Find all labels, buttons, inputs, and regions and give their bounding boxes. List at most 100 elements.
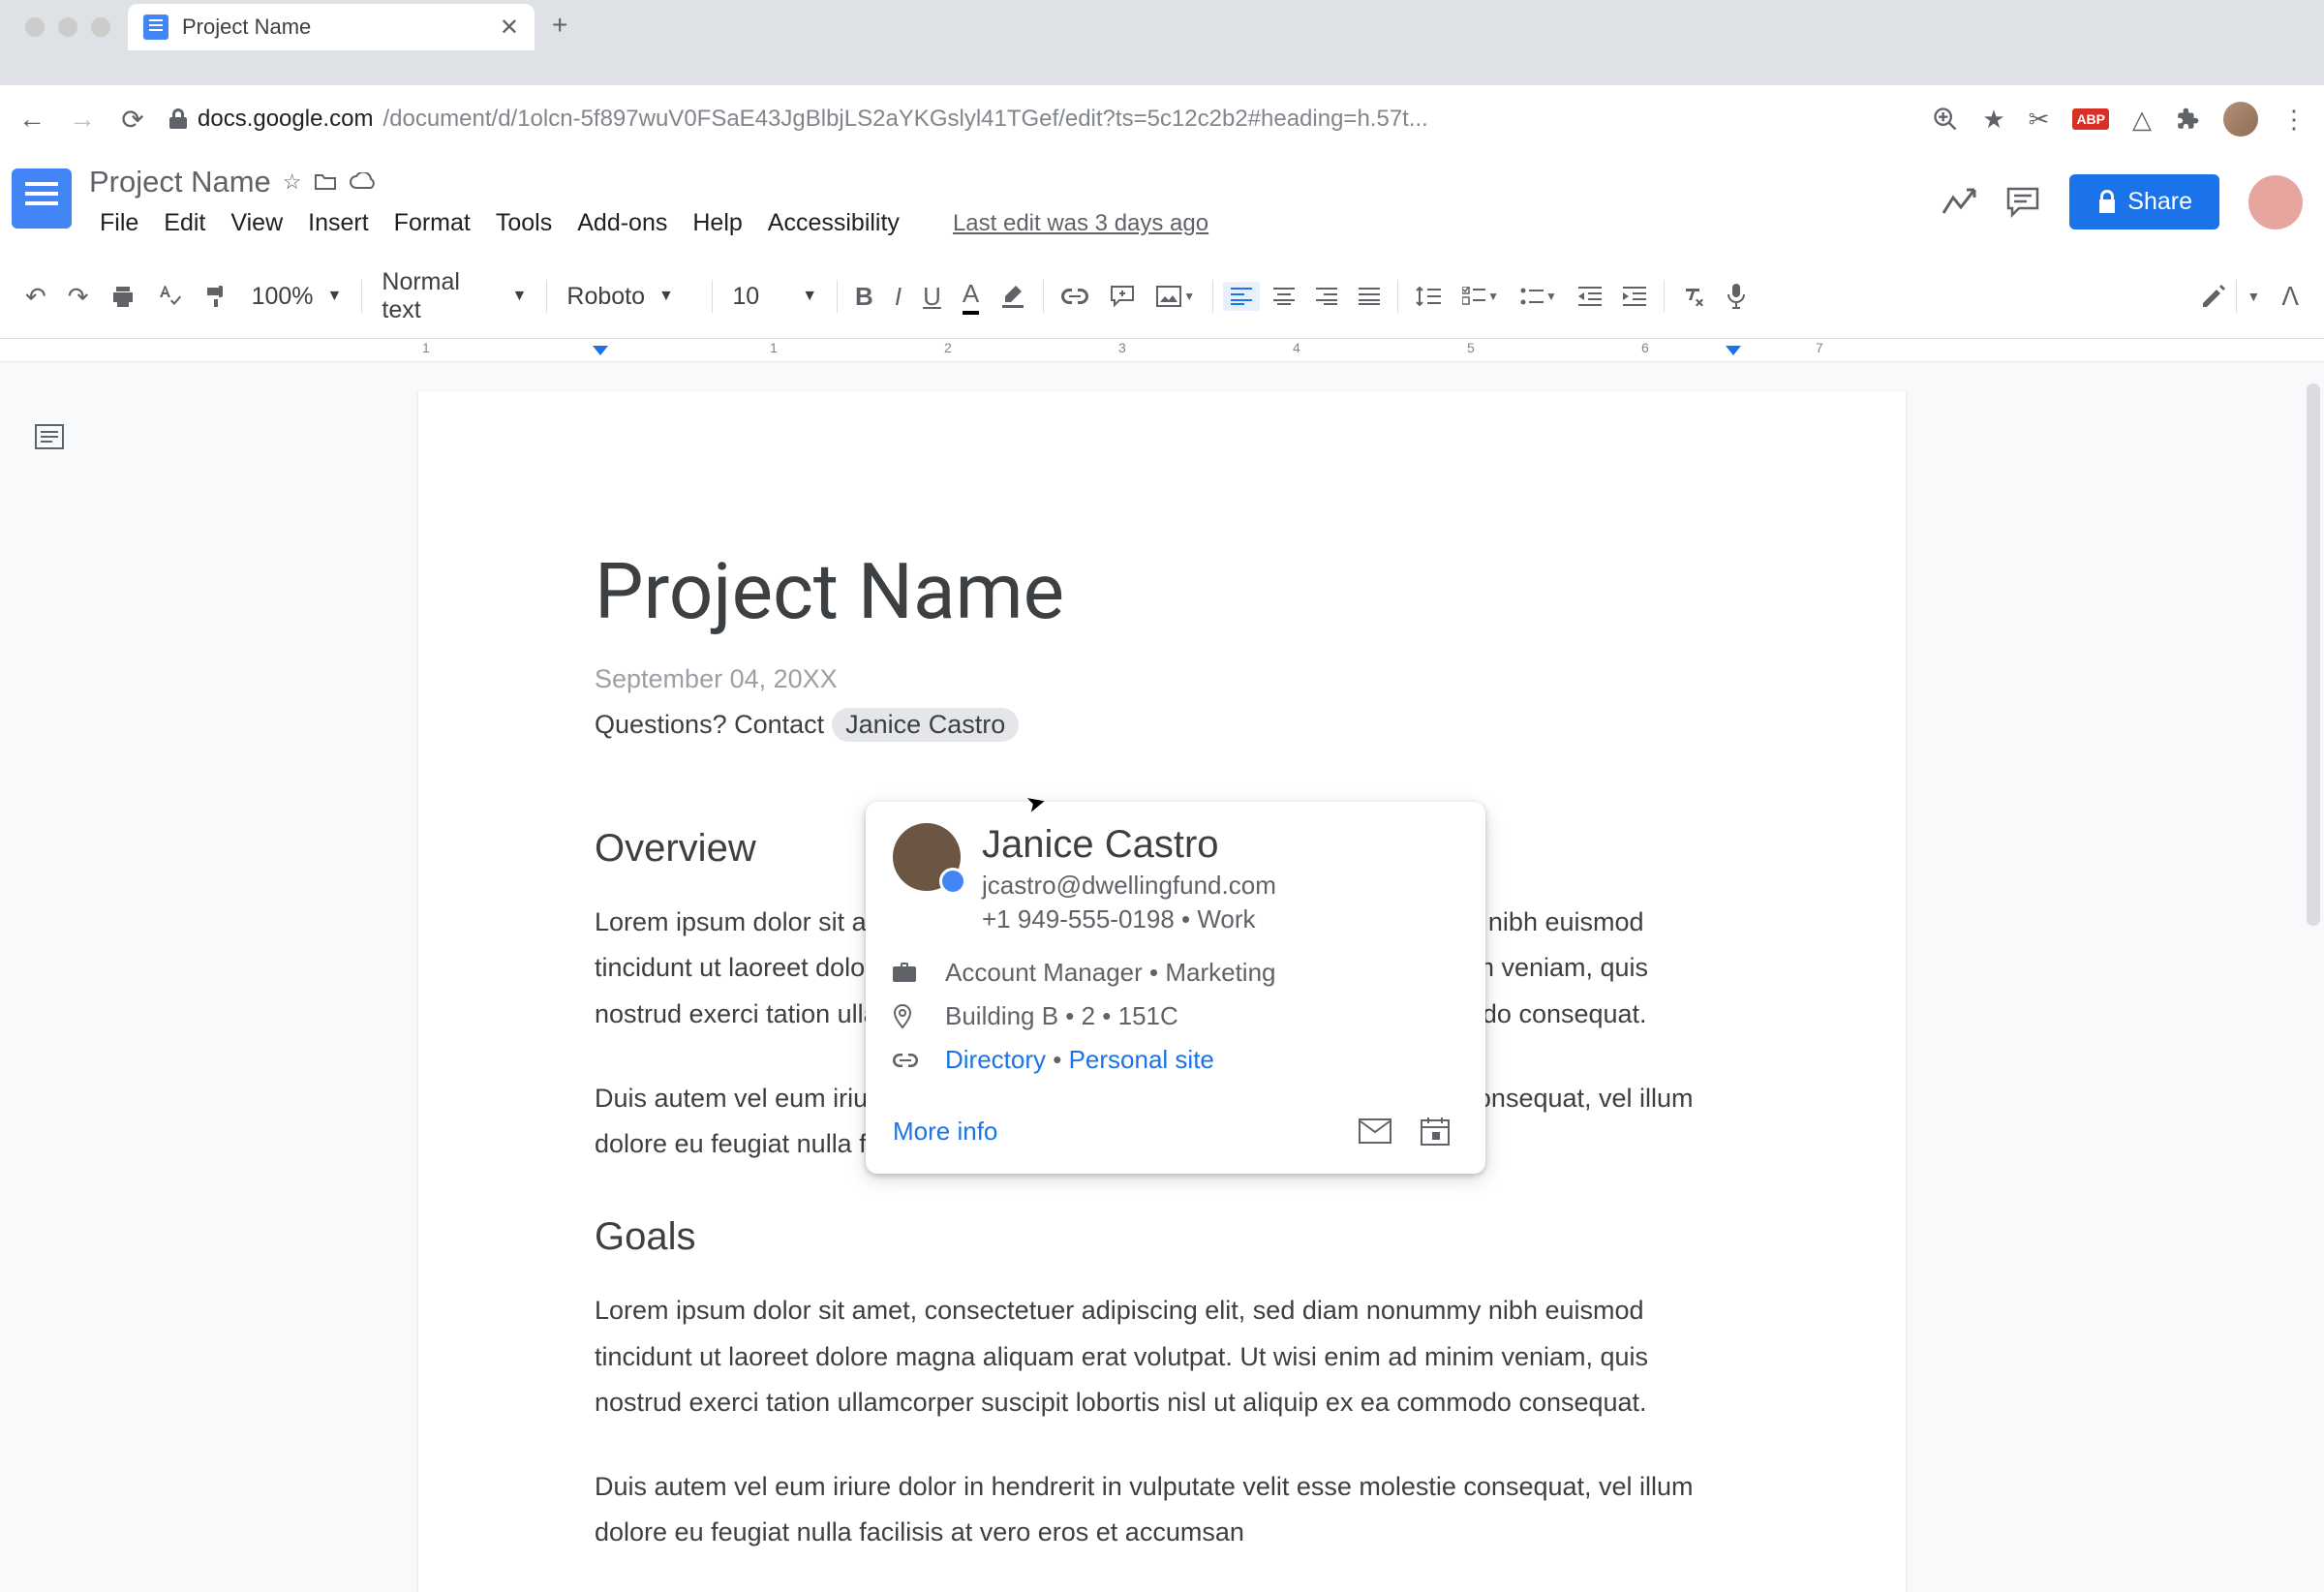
browser-chrome: Project Name ✕ + (0, 0, 2324, 85)
address-bar: ← → ⟳ docs.google.com/document/d/1olcn-5… (0, 85, 2324, 153)
directory-link[interactable]: Directory (945, 1045, 1046, 1074)
share-button[interactable]: Share (2069, 174, 2219, 230)
profile-avatar-icon[interactable] (2223, 102, 2258, 137)
forward-button[interactable]: → (68, 105, 97, 134)
redo-button[interactable]: ↷ (60, 276, 97, 318)
menu-view[interactable]: View (220, 205, 293, 241)
bold-button[interactable]: B (847, 276, 881, 318)
location-pin-icon (893, 1004, 922, 1029)
menu-help[interactable]: Help (682, 205, 752, 241)
contact-location: Building B • 2 • 151C (945, 1001, 1178, 1031)
clear-formatting-button[interactable] (1674, 279, 1713, 314)
increase-indent-button[interactable] (1615, 281, 1654, 312)
briefcase-icon (893, 963, 922, 984)
docs-logo-icon[interactable] (12, 168, 72, 229)
checklist-button[interactable]: ▼ (1454, 281, 1507, 312)
outline-toggle-button[interactable] (35, 424, 64, 449)
docs-header: Project Name ☆ File Edit View Insert For… (0, 153, 2324, 241)
doc-title-input[interactable]: Project Name (89, 165, 271, 199)
voice-typing-button[interactable] (1719, 277, 1754, 316)
zoom-indicator-icon[interactable] (1932, 106, 1959, 133)
left-indent-marker[interactable] (593, 346, 608, 355)
align-right-button[interactable] (1308, 282, 1345, 311)
heading-goals[interactable]: Goals (595, 1215, 1731, 1259)
move-document-button[interactable] (314, 172, 337, 192)
new-tab-button[interactable]: + (535, 10, 585, 50)
insert-image-button[interactable]: ▼ (1148, 280, 1203, 313)
extensions-icon[interactable] (2175, 107, 2200, 132)
menu-file[interactable]: File (89, 205, 149, 241)
tab-close-button[interactable]: ✕ (500, 14, 519, 42)
align-left-button[interactable] (1223, 282, 1260, 311)
line-spacing-button[interactable] (1408, 280, 1449, 313)
paragraph-style-select[interactable]: Normal text▼ (372, 262, 536, 330)
decrease-indent-button[interactable] (1571, 281, 1609, 312)
url-input[interactable]: docs.google.com/document/d/1olcn-5f897wu… (168, 106, 1911, 133)
adblock-extension-icon[interactable]: ABP (2072, 108, 2109, 130)
spellcheck-button[interactable] (149, 278, 190, 315)
underline-button[interactable]: U (915, 276, 949, 318)
align-justify-button[interactable] (1351, 282, 1388, 311)
reload-button[interactable]: ⟳ (118, 105, 147, 134)
horizontal-ruler[interactable]: 1 1 2 3 4 5 6 7 (0, 339, 2324, 362)
personal-site-link[interactable]: Personal site (1069, 1045, 1214, 1074)
contact-name: Janice Castro (982, 823, 1276, 867)
print-button[interactable] (103, 279, 143, 314)
window-minimize-button[interactable] (58, 17, 77, 37)
editing-mode-button[interactable]: ▼ (2193, 274, 2268, 319)
comments-button[interactable] (2005, 186, 2040, 219)
schedule-event-button[interactable] (1412, 1108, 1458, 1154)
activity-icon[interactable] (1942, 188, 1976, 217)
scrollbar-thumb[interactable] (2307, 383, 2320, 926)
docs-favicon-icon (143, 15, 168, 40)
font-select[interactable]: Roboto▼ (557, 277, 702, 317)
more-info-link[interactable]: More info (893, 1117, 1338, 1147)
window-zoom-button[interactable] (91, 17, 110, 37)
bulleted-list-button[interactable]: ▼ (1513, 282, 1565, 311)
vertical-scrollbar[interactable] (2307, 383, 2320, 945)
scissors-icon[interactable]: ✂ (2029, 105, 2050, 135)
browser-tab[interactable]: Project Name ✕ (128, 4, 535, 50)
account-avatar[interactable] (2248, 175, 2303, 230)
right-indent-marker[interactable] (1726, 346, 1741, 355)
cloud-status-icon[interactable] (349, 172, 376, 192)
contact-phone: +1 949-555-0198 • Work (982, 904, 1276, 934)
url-path: /document/d/1olcn-5f897wuV0FSaE43JgBlbjL… (382, 106, 1427, 133)
italic-button[interactable]: I (887, 276, 909, 318)
font-size-select[interactable]: 10▼ (722, 277, 827, 317)
undo-button[interactable]: ↶ (17, 276, 54, 318)
star-document-button[interactable]: ☆ (283, 169, 302, 195)
chrome-menu-button[interactable]: ⋮ (2281, 105, 2307, 135)
insert-link-button[interactable] (1054, 283, 1096, 310)
menu-format[interactable]: Format (383, 205, 481, 241)
menu-edit[interactable]: Edit (153, 205, 216, 241)
paragraph[interactable]: Lorem ipsum dolor sit amet, consectetuer… (595, 1288, 1731, 1425)
bookmark-star-icon[interactable]: ★ (1982, 105, 2004, 135)
back-button[interactable]: ← (17, 105, 46, 134)
menu-accessibility[interactable]: Accessibility (757, 205, 910, 241)
doc-date[interactable]: September 04, 20XX (595, 664, 1731, 694)
zoom-select[interactable]: 100%▼ (242, 277, 352, 317)
menu-addons[interactable]: Add-ons (566, 205, 678, 241)
window-close-button[interactable] (25, 17, 45, 37)
contact-prefix: Questions? Contact (595, 710, 824, 740)
doc-heading-title[interactable]: Project Name (595, 546, 1731, 637)
paragraph[interactable]: Duis autem vel eum iriure dolor in hendr… (595, 1464, 1731, 1556)
send-email-button[interactable] (1352, 1108, 1398, 1154)
collapse-toolbar-button[interactable]: ᐱ (2274, 276, 2307, 318)
highlight-button[interactable] (993, 278, 1033, 315)
drive-extension-icon[interactable]: △ (2132, 105, 2152, 135)
add-comment-button[interactable] (1102, 279, 1143, 314)
doc-contact-line[interactable]: Questions? Contact Janice Castro (595, 708, 1731, 742)
paint-format-button[interactable] (196, 278, 236, 315)
contact-email[interactable]: jcastro@dwellingfund.com (982, 871, 1276, 901)
macos-traffic-lights[interactable] (8, 17, 128, 50)
link-icon (893, 1054, 922, 1067)
last-edit-link[interactable]: Last edit was 3 days ago (953, 210, 1208, 237)
menu-insert[interactable]: Insert (297, 205, 380, 241)
menu-tools[interactable]: Tools (485, 205, 563, 241)
lock-icon (2096, 190, 2118, 215)
contact-chip[interactable]: Janice Castro (832, 708, 1019, 742)
text-color-button[interactable]: A (955, 273, 987, 321)
align-center-button[interactable] (1266, 282, 1302, 311)
